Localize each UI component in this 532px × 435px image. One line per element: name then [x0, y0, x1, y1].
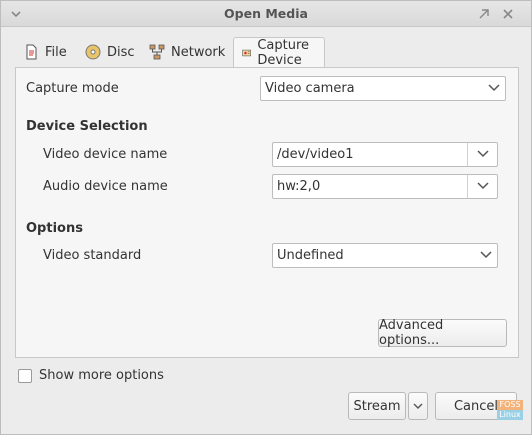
video-standard-select[interactable]: Undefined	[272, 243, 498, 268]
stream-button[interactable]: Stream	[348, 392, 406, 420]
tab-capture-device-label: Capture Device	[257, 38, 310, 68]
video-device-label: Video device name	[43, 147, 168, 162]
audio-device-label: Audio device name	[43, 179, 168, 194]
capture-device-panel: Capture mode Video camera Device Selecti…	[15, 67, 519, 358]
video-device-select[interactable]: /dev/video1	[272, 142, 498, 167]
tab-capture-device[interactable]: Capture Device	[233, 37, 325, 68]
tab-disc[interactable]: Disc	[77, 37, 143, 67]
disc-icon	[85, 44, 101, 60]
audio-device-value: hw:2,0	[277, 179, 321, 194]
chevron-down-icon	[477, 150, 489, 158]
network-icon	[149, 44, 165, 60]
watermark-top: FOSS	[497, 400, 523, 410]
file-icon	[26, 44, 37, 60]
chevron-down-icon	[477, 182, 489, 190]
chevron-down-icon	[480, 251, 492, 259]
video-standard-value: Undefined	[277, 248, 344, 263]
capture-mode-value: Video camera	[265, 81, 355, 96]
video-standard-label: Video standard	[43, 248, 142, 263]
tab-file-label: File	[45, 44, 67, 60]
tab-file[interactable]: File	[15, 37, 75, 67]
restore-icon[interactable]	[477, 7, 491, 21]
capture-mode-select[interactable]: Video camera	[260, 76, 506, 101]
show-more-options-checkbox[interactable]	[18, 369, 32, 383]
capture-mode-label: Capture mode	[26, 81, 119, 96]
tab-disc-label: Disc	[107, 44, 135, 60]
watermark-bottom: Linux	[497, 410, 523, 420]
open-media-window: Open Media File Disc Network Capture Dev…	[0, 0, 532, 435]
close-icon[interactable]	[501, 7, 515, 21]
watermark-logo: FOSS Linux	[497, 400, 523, 426]
chevron-down-icon	[413, 403, 423, 409]
tab-network[interactable]: Network	[141, 37, 233, 67]
audio-device-select[interactable]: hw:2,0	[272, 174, 498, 199]
device-selection-heading: Device Selection	[26, 119, 148, 134]
tab-network-label: Network	[171, 44, 226, 60]
capture-device-icon	[242, 49, 252, 57]
options-heading: Options	[26, 221, 83, 236]
stream-dropdown-button[interactable]	[408, 392, 428, 420]
advanced-options-button[interactable]: Advanced options...	[378, 318, 507, 348]
titlebar: Open Media	[1, 1, 531, 27]
chevron-down-icon	[488, 84, 500, 92]
video-device-value: /dev/video1	[277, 147, 354, 162]
window-title: Open Media	[224, 6, 308, 21]
show-more-options-label[interactable]: Show more options	[39, 368, 164, 383]
